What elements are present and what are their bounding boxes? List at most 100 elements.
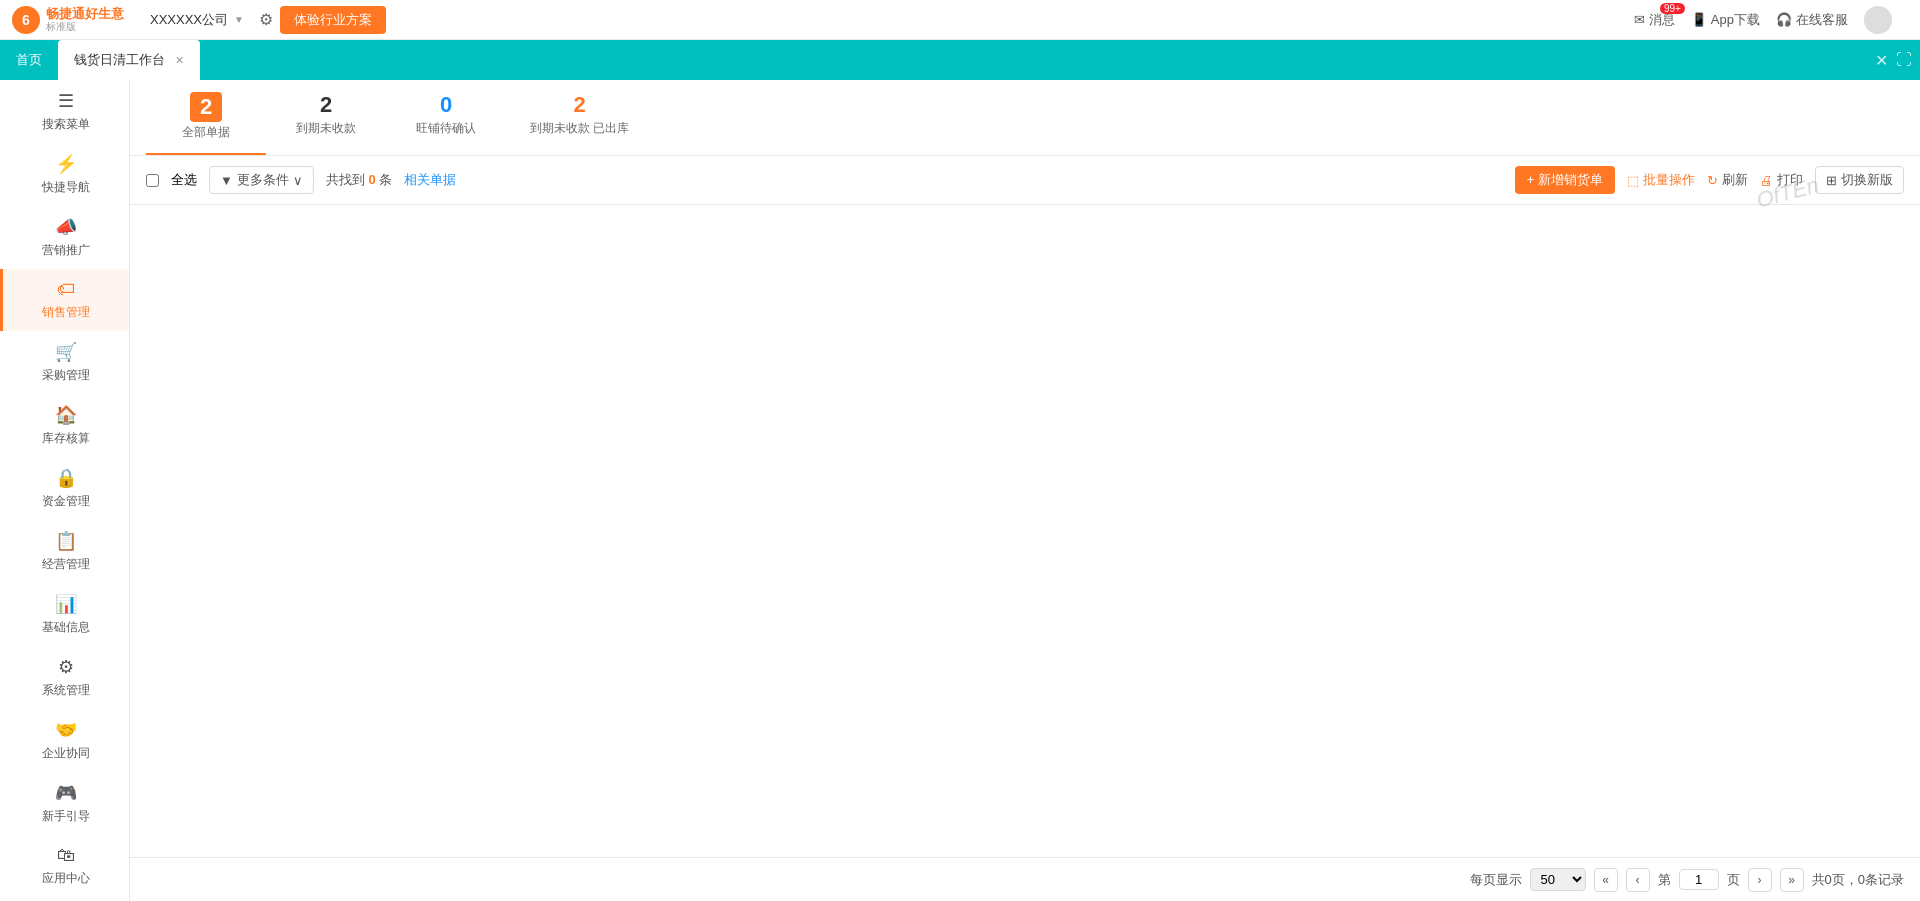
sidebar-label-shortcut: 快捷导航 <box>42 179 90 196</box>
switch-new-version-button[interactable]: ⊞ 切换新版 <box>1815 166 1904 194</box>
total-text: 共0页，0条记录 <box>1812 871 1904 889</box>
batch-label: 批量操作 <box>1643 171 1695 189</box>
app-download-label: App下载 <box>1711 11 1760 29</box>
app-download-icon: 📱 <box>1691 12 1707 27</box>
refresh-label: 刷新 <box>1722 171 1748 189</box>
try-industry-button[interactable]: 体验行业方案 <box>280 6 386 34</box>
print-button[interactable]: 🖨 打印 <box>1760 171 1803 189</box>
sidebar-item-wechat[interactable]: 💬 企业微信 <box>0 897 129 901</box>
sidebar-item-cooperation[interactable]: 🤝 企业协同 <box>0 709 129 772</box>
found-count: 0 <box>369 172 376 187</box>
add-sales-order-button[interactable]: + 新增销货单 <box>1515 166 1615 194</box>
stat-label-all: 全部单据 <box>170 124 242 141</box>
related-label[interactable]: 相关单据 <box>404 171 456 189</box>
sidebar-item-finance[interactable]: 🔒 资金管理 <box>0 457 129 520</box>
company-selector[interactable]: XXXXXX公司 ▼ <box>142 7 252 33</box>
stat-label-overdue-out: 到期未收款 已出库 <box>530 120 629 137</box>
expand-icon[interactable]: ⛶ <box>1896 51 1912 69</box>
first-page-button[interactable]: « <box>1594 868 1618 892</box>
sidebar-label-guide: 新手引导 <box>42 808 90 825</box>
gear-icon: ⚙ <box>259 10 273 29</box>
stat-tab-all[interactable]: 2 全部单据 <box>146 80 266 155</box>
shortcut-icon: ⚡ <box>55 153 77 175</box>
filter-icon: ▼ <box>220 173 233 188</box>
tab-work-label: 钱货日清工作台 <box>74 51 165 69</box>
refresh-button[interactable]: ↻ 刷新 <box>1707 171 1748 189</box>
avatar[interactable] <box>1864 6 1892 34</box>
apps-icon: 🛍 <box>57 845 75 866</box>
online-service-button[interactable]: 🎧 在线客服 <box>1776 11 1848 29</box>
logo-subtitle: 标准版 <box>46 21 124 33</box>
sidebar-label-sales: 销售管理 <box>42 304 90 321</box>
stat-count-overdue-out: 2 <box>530 92 629 118</box>
online-service-label: 在线客服 <box>1796 11 1848 29</box>
logo-area: 6 畅捷通好生意 标准版 <box>12 6 142 34</box>
select-all-checkbox[interactable] <box>146 174 159 187</box>
page-input[interactable] <box>1679 869 1719 890</box>
more-filters-label: 更多条件 <box>237 171 289 189</box>
sidebar-item-shortcut[interactable]: ⚡ 快捷导航 <box>0 143 129 206</box>
finance-icon: 🔒 <box>55 467 77 489</box>
close-window-icon[interactable]: ✕ <box>1875 51 1888 70</box>
sidebar-item-sales[interactable]: 🏷 销售管理 <box>0 269 129 331</box>
message-badge: 99+ <box>1660 3 1685 14</box>
sidebar-label-inventory: 库存核算 <box>42 430 90 447</box>
found-unit: 条 <box>379 172 392 187</box>
stat-tab-overdue-out[interactable]: 2 到期未收款 已出库 <box>506 80 653 155</box>
sidebar-item-marketing[interactable]: 📣 营销推广 <box>0 206 129 269</box>
sidebar-item-guide[interactable]: 🎮 新手引导 <box>0 772 129 835</box>
sidebar-label-apps: 应用中心 <box>42 870 90 887</box>
system-icon: ⚙ <box>58 656 74 678</box>
page-size-select[interactable]: 50 10 20 100 <box>1530 868 1586 891</box>
pagination-bar: 每页显示 50 10 20 100 « ‹ 第 页 › » 共0页，0条记录 <box>130 857 1920 901</box>
sidebar-label-search: 搜索菜单 <box>42 116 90 133</box>
stat-count-all: 2 <box>190 92 222 122</box>
stat-tab-overdue[interactable]: 2 到期未收款 <box>266 80 386 155</box>
tab-work[interactable]: 钱货日清工作台 ✕ <box>58 40 200 80</box>
page-unit: 页 <box>1727 871 1740 889</box>
sidebar-label-basic: 基础信息 <box>42 619 90 636</box>
main-layout: ☰ 搜索菜单 ⚡ 快捷导航 📣 营销推广 🏷 销售管理 🛒 采购管理 🏠 库存核… <box>0 80 1920 901</box>
sidebar-label-finance: 资金管理 <box>42 493 90 510</box>
stat-label-overdue: 到期未收款 <box>290 120 362 137</box>
sidebar-item-basic[interactable]: 📊 基础信息 <box>0 583 129 646</box>
stat-tab-pending[interactable]: 0 旺铺待确认 <box>386 80 506 155</box>
toolbar-right: + 新增销货单 ⬚ 批量操作 ↻ 刷新 🖨 打印 ⊞ 切换新版 <box>1515 166 1904 194</box>
stats-tabs: 2 全部单据 2 到期未收款 0 旺铺待确认 2 到期未收款 已出库 <box>130 80 1920 156</box>
more-filters-button[interactable]: ▼ 更多条件 ∨ <box>209 166 314 194</box>
logo-title: 畅捷通好生意 <box>46 6 124 22</box>
found-prefix: 共找到 <box>326 172 365 187</box>
sidebar: ☰ 搜索菜单 ⚡ 快捷导航 📣 营销推广 🏷 销售管理 🛒 采购管理 🏠 库存核… <box>0 80 130 901</box>
cooperation-icon: 🤝 <box>55 719 77 741</box>
chevron-down-icon: ▼ <box>234 14 244 25</box>
top-header: 6 畅捷通好生意 标准版 XXXXXX公司 ▼ ⚙ 体验行业方案 ✉ 消息 99… <box>0 0 1920 40</box>
print-icon: 🖨 <box>1760 173 1773 188</box>
tab-close-icon[interactable]: ✕ <box>175 54 184 67</box>
operation-icon: 📋 <box>55 530 77 552</box>
inventory-icon: 🏠 <box>55 404 77 426</box>
tab-home[interactable]: 首页 <box>0 40 58 80</box>
app-download-button[interactable]: 📱 App下载 <box>1691 11 1760 29</box>
guide-icon: 🎮 <box>55 782 77 804</box>
sidebar-label-purchase: 采购管理 <box>42 367 90 384</box>
stat-count-overdue: 2 <box>290 92 362 118</box>
sidebar-item-apps[interactable]: 🛍 应用中心 <box>0 835 129 897</box>
sidebar-item-system[interactable]: ⚙ 系统管理 <box>0 646 129 709</box>
batch-operation-button[interactable]: ⬚ 批量操作 <box>1627 171 1695 189</box>
message-button[interactable]: ✉ 消息 99+ <box>1634 11 1675 29</box>
sidebar-item-search[interactable]: ☰ 搜索菜单 <box>0 80 129 143</box>
sidebar-label-marketing: 营销推广 <box>42 242 90 259</box>
content-area: 2 全部单据 2 到期未收款 0 旺铺待确认 2 到期未收款 已出库 全选 ▼ … <box>130 80 1920 901</box>
sidebar-item-purchase[interactable]: 🛒 采购管理 <box>0 331 129 394</box>
prev-page-button[interactable]: ‹ <box>1626 868 1650 892</box>
sidebar-item-inventory[interactable]: 🏠 库存核算 <box>0 394 129 457</box>
last-page-button[interactable]: » <box>1780 868 1804 892</box>
next-page-button[interactable]: › <box>1748 868 1772 892</box>
print-label: 打印 <box>1777 171 1803 189</box>
message-icon: ✉ <box>1634 12 1645 27</box>
tab-bar: 首页 钱货日清工作台 ✕ ✕ ⛶ <box>0 40 1920 80</box>
refresh-icon: ↻ <box>1707 173 1718 188</box>
marketing-icon: 📣 <box>55 216 77 238</box>
sidebar-item-operation[interactable]: 📋 经营管理 <box>0 520 129 583</box>
settings-button[interactable]: ⚙ <box>252 6 280 34</box>
